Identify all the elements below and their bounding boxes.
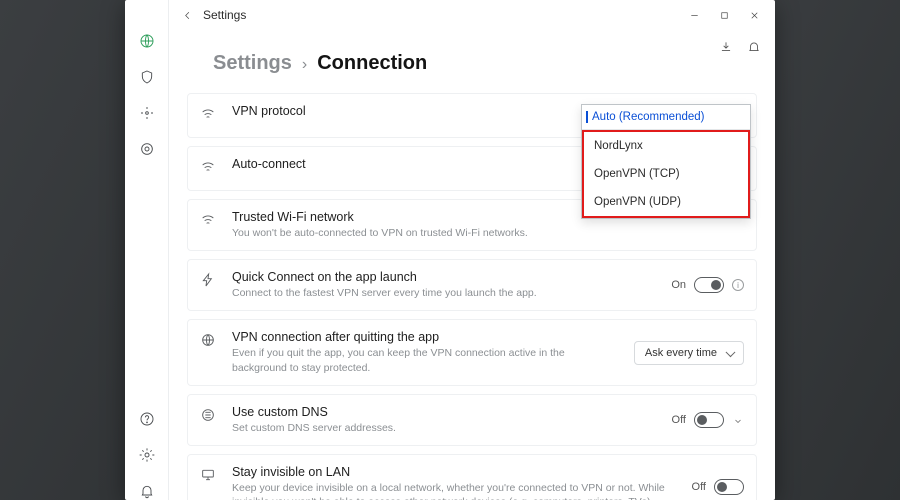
wifi-icon bbox=[200, 106, 220, 127]
breadcrumb: Settings › Connection bbox=[169, 30, 775, 93]
row-title: VPN connection after quitting the app bbox=[232, 330, 622, 344]
close-button[interactable] bbox=[739, 0, 769, 30]
lightning-icon bbox=[200, 272, 220, 293]
row-quick-connect: Quick Connect on the app launch Connect … bbox=[187, 259, 757, 311]
row-subtitle: Set custom DNS server addresses. bbox=[232, 421, 660, 435]
dns-icon bbox=[200, 407, 220, 428]
toggle-state: Off bbox=[692, 481, 706, 493]
bell-icon[interactable] bbox=[747, 40, 761, 54]
quick-connect-toggle[interactable] bbox=[694, 277, 724, 293]
toggle-state: On bbox=[671, 279, 686, 291]
chevron-down-icon[interactable] bbox=[732, 414, 744, 426]
gear-badge-icon[interactable] bbox=[138, 446, 156, 464]
row-after-quit: VPN connection after quitting the app Ev… bbox=[187, 319, 757, 385]
dropdown-option[interactable]: NordLynx bbox=[584, 132, 748, 160]
breadcrumb-current: Connection bbox=[317, 52, 427, 75]
wifi-icon bbox=[200, 159, 220, 180]
dropdown-option[interactable]: OpenVPN (UDP) bbox=[584, 188, 748, 216]
after-quit-select[interactable]: Ask every time bbox=[634, 341, 744, 365]
titlebar: Settings bbox=[169, 0, 775, 30]
row-title: Stay invisible on LAN bbox=[232, 465, 680, 479]
custom-dns-toggle[interactable] bbox=[694, 412, 724, 428]
header-actions bbox=[719, 40, 761, 54]
breadcrumb-parent[interactable]: Settings bbox=[213, 52, 292, 75]
shield-icon[interactable] bbox=[138, 68, 156, 86]
lan-icon bbox=[200, 467, 220, 488]
chevron-right-icon: › bbox=[302, 56, 307, 74]
nav-rail bbox=[125, 0, 169, 500]
lan-invisible-toggle[interactable] bbox=[714, 479, 744, 495]
dropdown-option[interactable]: OpenVPN (TCP) bbox=[584, 160, 748, 188]
row-title: Use custom DNS bbox=[232, 405, 660, 419]
vpn-protocol-dropdown[interactable]: Auto (Recommended) NordLynx OpenVPN (TCP… bbox=[581, 104, 751, 219]
row-lan-invisible: Stay invisible on LAN Keep your device i… bbox=[187, 454, 757, 500]
help-icon[interactable] bbox=[138, 410, 156, 428]
globe-icon bbox=[200, 332, 220, 353]
bell-icon[interactable] bbox=[138, 482, 156, 500]
row-subtitle: Connect to the fastest VPN server every … bbox=[232, 286, 659, 300]
maximize-button[interactable] bbox=[709, 0, 739, 30]
minimize-button[interactable] bbox=[679, 0, 709, 30]
dropdown-options-highlight: NordLynx OpenVPN (TCP) OpenVPN (UDP) bbox=[582, 130, 750, 218]
download-icon[interactable] bbox=[719, 40, 733, 54]
window-title: Settings bbox=[203, 8, 246, 22]
info-icon[interactable]: i bbox=[732, 279, 744, 291]
main-pane: Settings Settings › Connection VPN proto… bbox=[169, 0, 775, 500]
toggle-state: Off bbox=[672, 414, 686, 426]
target-icon[interactable] bbox=[138, 140, 156, 158]
row-subtitle: Keep your device invisible on a local ne… bbox=[232, 481, 680, 500]
wifi-icon bbox=[200, 212, 220, 233]
compass-icon[interactable] bbox=[138, 104, 156, 122]
row-subtitle: Even if you quit the app, you can keep t… bbox=[232, 346, 622, 374]
dropdown-selected[interactable]: Auto (Recommended) bbox=[582, 105, 750, 130]
app-window: Settings Settings › Connection VPN proto… bbox=[125, 0, 775, 500]
globe-check-icon[interactable] bbox=[138, 32, 156, 50]
back-button[interactable] bbox=[177, 0, 197, 30]
row-custom-dns: Use custom DNS Set custom DNS server add… bbox=[187, 394, 757, 446]
row-subtitle: You won't be auto-connected to VPN on tr… bbox=[232, 226, 744, 240]
row-title: Quick Connect on the app launch bbox=[232, 270, 659, 284]
